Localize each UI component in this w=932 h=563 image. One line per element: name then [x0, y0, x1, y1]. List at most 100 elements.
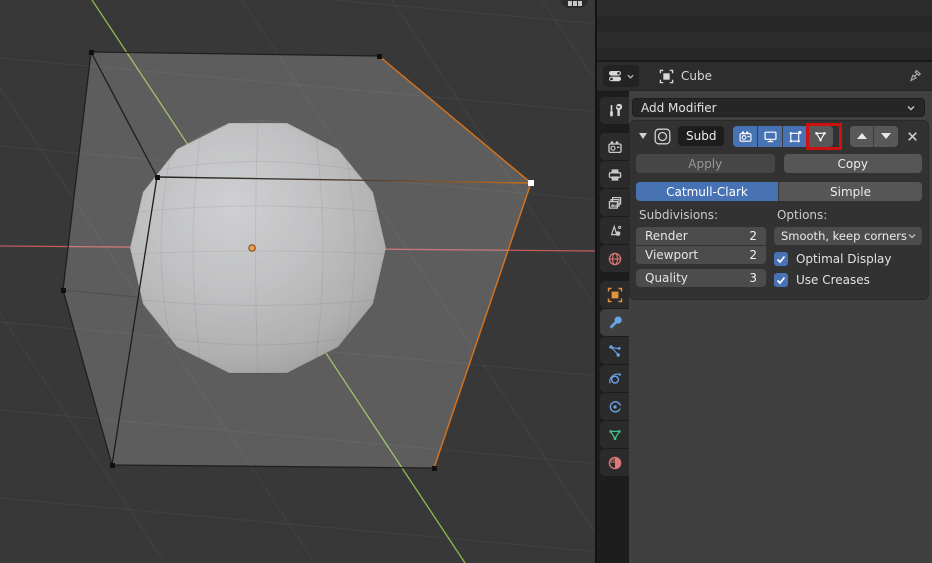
material-sphere-icon	[608, 456, 621, 469]
options-heading: Options:	[776, 208, 828, 222]
object-brackets-icon	[607, 287, 622, 302]
properties-content: Add Modifier Subd Apply Copy Catmull-Cla…	[629, 91, 932, 563]
constraint-icon	[609, 400, 621, 412]
tab-object-data-properties[interactable]	[600, 421, 629, 448]
mesh-triangle-icon	[608, 429, 621, 440]
render-subdivisions-field[interactable]: Render 2	[636, 227, 766, 245]
edit-cage-icon	[789, 130, 802, 142]
breadcrumb[interactable]: Cube	[659, 69, 712, 84]
copy-button[interactable]: Copy	[783, 154, 922, 173]
tab-view-layer-properties[interactable]	[600, 189, 629, 216]
realtime-toggle[interactable]	[758, 125, 784, 147]
check-icon	[776, 255, 786, 263]
outliner-row	[597, 0, 932, 16]
tab-output-properties[interactable]	[600, 161, 629, 188]
subdivision-type-segment: Catmull-Clark Simple	[636, 182, 922, 201]
check-icon	[776, 276, 786, 284]
right-editors: Cube Add Modifier Subd Apply Copy Catmul…	[597, 0, 932, 563]
chevron-down-icon	[907, 105, 915, 110]
outliner-region[interactable]	[597, 0, 932, 62]
monitor-icon	[764, 131, 777, 142]
expand-arrow-icon[interactable]	[639, 133, 647, 139]
camera-icon	[739, 130, 752, 142]
simple-option[interactable]: Simple	[779, 182, 922, 201]
optimal-display-checkbox-row[interactable]: Optimal Display	[773, 252, 922, 266]
close-x-icon	[908, 131, 917, 141]
move-up-button[interactable]	[850, 125, 875, 147]
properties-editor-icon	[609, 71, 621, 82]
apply-copy-row: Apply Copy	[636, 154, 922, 173]
quality-field[interactable]: Quality 3	[636, 269, 766, 287]
breadcrumb-object-name: Cube	[681, 69, 712, 83]
modifier-name-field[interactable]: Subd	[678, 126, 725, 146]
optimal-display-checkbox[interactable]	[773, 252, 788, 266]
tab-physics-properties[interactable]	[600, 365, 629, 392]
chevron-down-icon	[908, 234, 916, 239]
modifier-name: Subd	[686, 129, 717, 143]
printer-icon	[608, 168, 621, 181]
modifier-settings-columns: Subdivisions: Render 2 Viewport 2 Qualit…	[636, 208, 922, 287]
pin-icon[interactable]	[907, 69, 922, 84]
wrench-icon	[609, 315, 622, 329]
cage-triangle-icon	[815, 131, 827, 141]
add-modifier-dropdown[interactable]: Add Modifier	[632, 98, 925, 117]
use-creases-checkbox-row[interactable]: Use Creases	[773, 273, 922, 287]
properties-body: Add Modifier Subd Apply Copy Catmull-Cla…	[597, 91, 932, 563]
catmull-clark-option[interactable]: Catmull-Clark	[636, 182, 779, 201]
edit-mode-toggle[interactable]	[783, 125, 809, 147]
tab-world-properties[interactable]	[600, 245, 629, 272]
tab-particle-properties[interactable]	[600, 337, 629, 364]
use-creases-label: Use Creases	[795, 273, 870, 287]
apply-button[interactable]: Apply	[636, 154, 775, 173]
render-camera-icon	[607, 140, 622, 153]
add-modifier-label: Add Modifier	[641, 100, 717, 115]
scene-icon	[610, 224, 621, 236]
tab-constraint-properties[interactable]	[600, 393, 629, 420]
quality-label: Quality	[645, 271, 688, 285]
properties-header: Cube	[597, 62, 932, 91]
particles-icon	[608, 344, 621, 357]
catmull-clark-label: Catmull-Clark	[666, 184, 748, 199]
outliner-row	[597, 16, 932, 32]
move-down-button[interactable]	[874, 125, 899, 147]
active-vertex[interactable]	[528, 180, 534, 186]
tab-object-properties[interactable]	[600, 281, 629, 308]
editor-type-selector[interactable]	[603, 65, 639, 87]
tool-icon	[609, 103, 622, 116]
tab-tool[interactable]	[600, 97, 629, 124]
tab-material-properties[interactable]	[600, 449, 629, 476]
uv-smooth-dropdown[interactable]: Smooth, keep corners	[773, 227, 922, 245]
modifier-panel-header: Subd	[630, 121, 928, 151]
render-value: 2	[749, 229, 757, 243]
tab-modifier-properties[interactable]	[600, 309, 629, 336]
use-creases-checkbox[interactable]	[773, 273, 788, 287]
3d-viewport[interactable]	[0, 0, 597, 563]
modifier-move-buttons	[850, 125, 899, 147]
blender-window: Cube Add Modifier Subd Apply Copy Catmul…	[0, 0, 932, 563]
tab-scene-properties[interactable]	[600, 217, 629, 244]
object-icon	[659, 69, 674, 83]
viewport-value: 2	[749, 248, 757, 262]
viewport-label: Viewport	[645, 248, 699, 262]
render-toggle[interactable]	[733, 125, 759, 147]
physics-orbit-icon	[608, 372, 621, 384]
subdivisions-column: Subdivisions: Render 2 Viewport 2 Qualit…	[636, 208, 766, 287]
delete-modifier-button[interactable]	[906, 130, 919, 143]
options-column: Options: Smooth, keep corners Optimal Di…	[773, 208, 922, 287]
triangle-down-icon	[881, 133, 892, 139]
tab-render-properties[interactable]	[600, 133, 629, 160]
copy-label: Copy	[837, 156, 868, 171]
world-globe-icon	[608, 252, 621, 265]
modifier-display-toggles	[733, 122, 843, 150]
subsurf-modifier-icon	[654, 128, 671, 144]
uv-smooth-value: Smooth, keep corners	[780, 229, 907, 243]
chevron-down-icon	[627, 74, 634, 79]
apply-label: Apply	[688, 156, 723, 171]
viewport-overlay-icon-partial[interactable]	[561, 0, 588, 8]
properties-tab-column	[597, 91, 629, 563]
viewport-subdivisions-field[interactable]: Viewport 2	[636, 246, 766, 264]
object-origin-point	[248, 244, 256, 252]
layers-icon	[608, 196, 621, 209]
on-cage-toggle[interactable]	[806, 122, 843, 150]
outliner-row	[597, 32, 932, 48]
